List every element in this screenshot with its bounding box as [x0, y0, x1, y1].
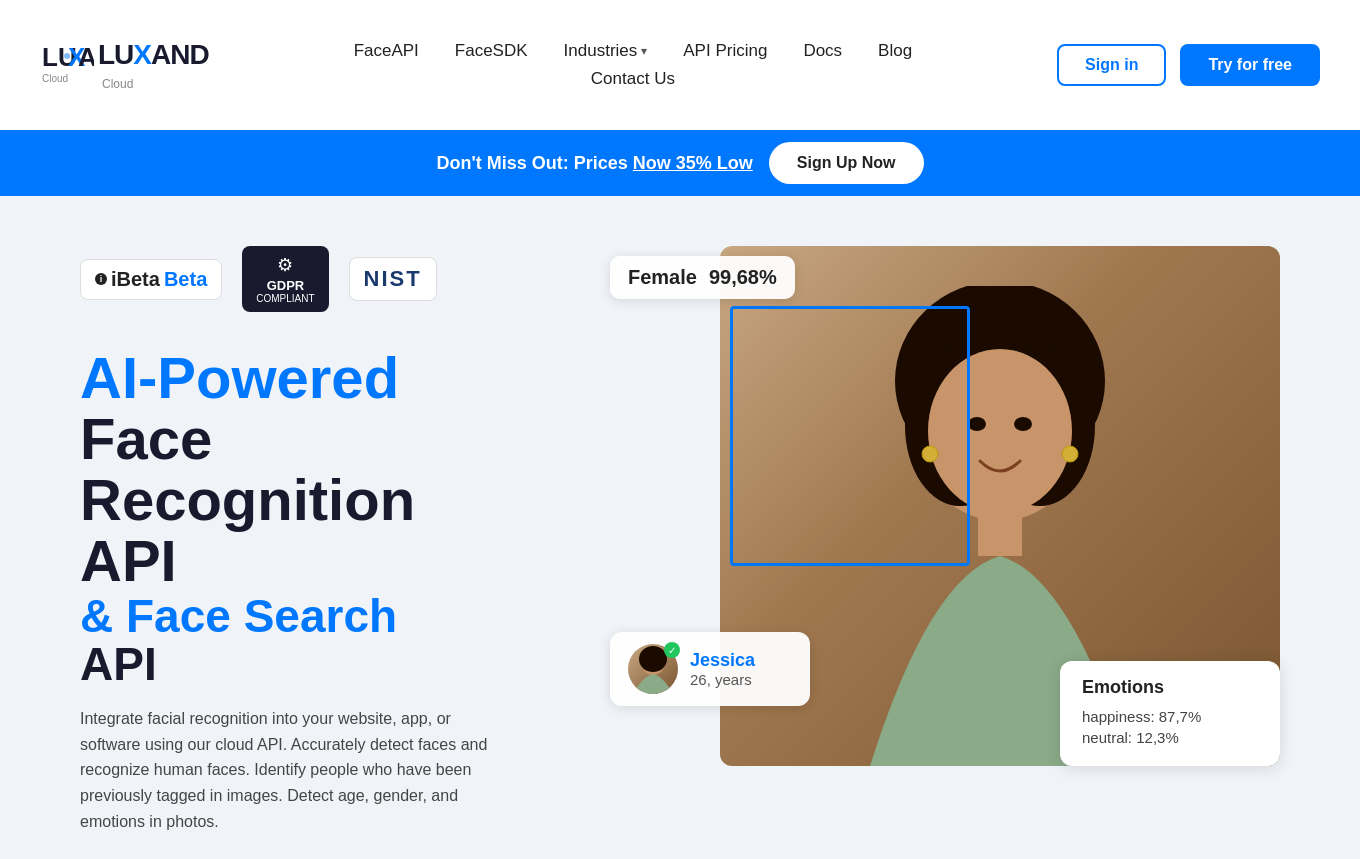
- headline-ai-powered: AI-Powered: [80, 348, 600, 409]
- person-avatar-wrapper: ✓: [628, 644, 678, 694]
- emotions-title: Emotions: [1082, 677, 1258, 698]
- gdpr-badge: ⚙ GDPR COMPLIANT: [242, 246, 328, 312]
- signup-now-button[interactable]: Sign Up Now: [769, 142, 924, 184]
- headline-api2: API: [80, 640, 600, 688]
- logo-text: LUXAND: [98, 39, 209, 71]
- svg-point-4: [64, 53, 70, 59]
- headline-api: API: [80, 531, 600, 592]
- logo-x: X: [133, 39, 151, 70]
- nav-facesdk[interactable]: FaceSDK: [455, 41, 528, 61]
- gender-badge: Female 99,68%: [610, 256, 795, 299]
- headline-face-search: & Face Search: [80, 592, 600, 640]
- hero-description: Integrate facial recognition into your w…: [80, 706, 510, 834]
- try-free-button[interactable]: Try for free: [1180, 44, 1320, 86]
- ibeta-suffix: Beta: [164, 268, 207, 291]
- svg-point-14: [1062, 446, 1078, 462]
- nav-center: FaceAPI FaceSDK Industries ▾ API Pricing…: [354, 41, 913, 89]
- hero-section: i iBetaBeta ⚙ GDPR COMPLIANT NIST AI-Pow…: [0, 196, 1360, 859]
- checkmark-icon: ✓: [664, 642, 680, 658]
- emotions-card: Emotions happiness: 87,7% neutral: 12,3%: [1060, 661, 1280, 766]
- badges-row: i iBetaBeta ⚙ GDPR COMPLIANT NIST: [80, 246, 600, 312]
- logo-cloud: Cloud: [102, 77, 209, 91]
- person-age: 26, years: [690, 671, 755, 688]
- nav-industries[interactable]: Industries ▾: [564, 41, 648, 61]
- chevron-down-icon: ▾: [641, 44, 647, 58]
- ibeta-label: iBeta: [111, 268, 160, 291]
- nav-docs[interactable]: Docs: [803, 41, 842, 61]
- banner-text-highlight: Now 35% Low: [633, 153, 753, 173]
- svg-point-16: [639, 646, 667, 672]
- nist-badge: NIST: [349, 257, 437, 301]
- emotion-neutral: neutral: 12,3%: [1082, 729, 1258, 746]
- person-name: Jessica: [690, 650, 755, 671]
- svg-point-12: [1014, 417, 1032, 431]
- nav-row1: FaceAPI FaceSDK Industries ▾ API Pricing…: [354, 41, 913, 61]
- face-detection-box: [730, 306, 970, 566]
- hero-left: i iBetaBeta ⚙ GDPR COMPLIANT NIST AI-Pow…: [80, 246, 600, 859]
- promo-banner: Don't Miss Out: Prices Now 35% Low Sign …: [0, 130, 1360, 196]
- nav-industries-label: Industries: [564, 41, 638, 61]
- nav-api-pricing[interactable]: API Pricing: [683, 41, 767, 61]
- person-card: ✓ Jessica 26, years: [610, 632, 810, 706]
- signin-button[interactable]: Sign in: [1057, 44, 1166, 86]
- gdpr-icon: ⚙: [277, 254, 293, 276]
- person-info: Jessica 26, years: [690, 650, 755, 688]
- nav-actions: Sign in Try for free: [1057, 44, 1320, 86]
- svg-text:Cloud: Cloud: [42, 73, 68, 84]
- nav-blog[interactable]: Blog: [878, 41, 912, 61]
- gdpr-label: GDPR: [267, 278, 305, 293]
- svg-point-11: [968, 417, 986, 431]
- hero-right: Female 99,68% ✓ Jessica: [600, 246, 1280, 859]
- svg-text:AN: AN: [78, 42, 94, 72]
- nav-faceapi[interactable]: FaceAPI: [354, 41, 419, 61]
- banner-text-before: Don't Miss Out: Prices: [437, 153, 628, 173]
- face-demo: Female 99,68% ✓ Jessica: [600, 246, 1280, 766]
- gender-label: Female: [628, 266, 697, 289]
- nav-row2: Contact Us: [591, 69, 675, 89]
- gender-percent: 99,68%: [709, 266, 777, 289]
- svg-rect-10: [978, 506, 1022, 556]
- headline-face: Face: [80, 409, 600, 470]
- emotion-happiness: happiness: 87,7%: [1082, 708, 1258, 725]
- gdpr-sub: COMPLIANT: [256, 293, 314, 304]
- logo[interactable]: LU X AN Cloud LUXAND Cloud: [40, 38, 209, 92]
- navbar: LU X AN Cloud LUXAND Cloud FaceAPI FaceS…: [0, 0, 1360, 130]
- logo-lu: LU: [98, 39, 133, 70]
- headline-recognition: Recognition: [80, 470, 600, 531]
- banner-text: Don't Miss Out: Prices Now 35% Low: [437, 153, 753, 174]
- ibeta-badge: i iBetaBeta: [80, 259, 222, 300]
- ibeta-dot: i: [95, 273, 107, 285]
- nav-contact[interactable]: Contact Us: [591, 69, 675, 89]
- logo-and: AND: [151, 39, 209, 70]
